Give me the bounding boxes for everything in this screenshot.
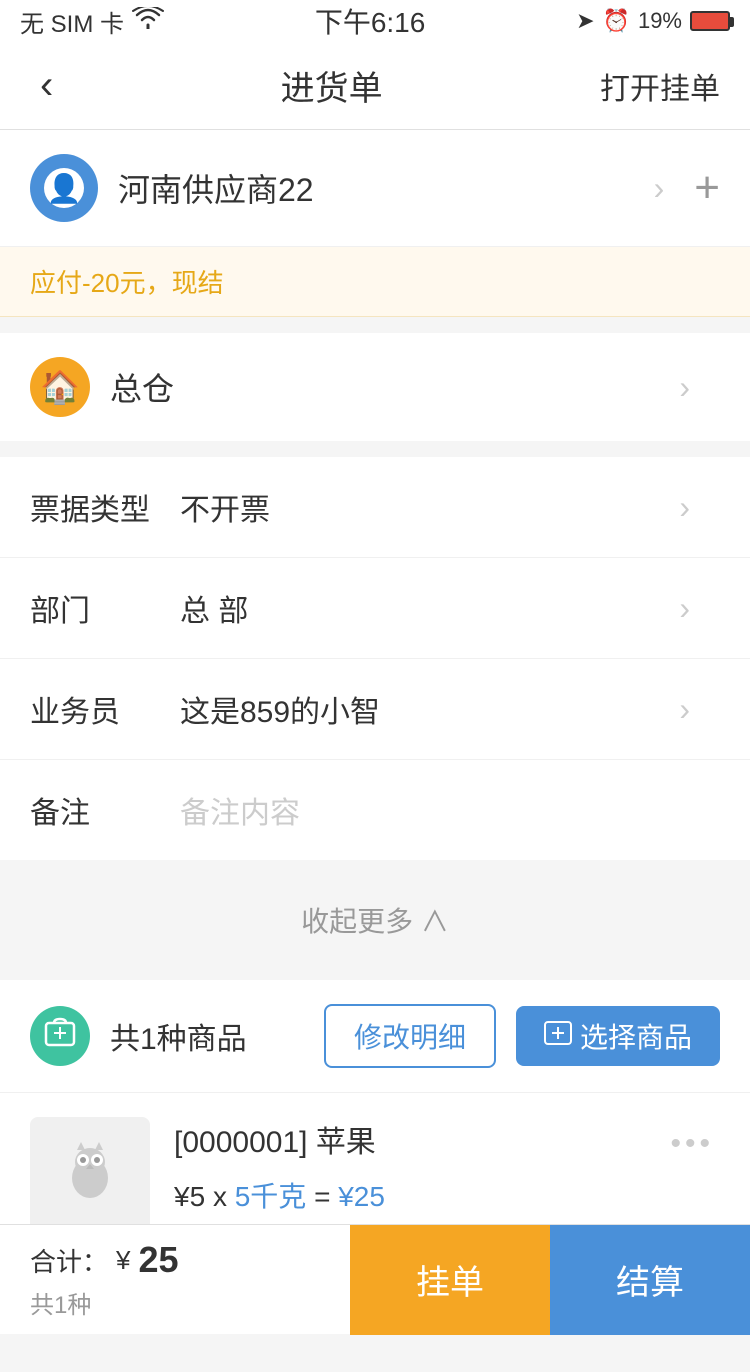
products-icon-wrap [30, 1006, 90, 1066]
more-dot3: • [699, 1127, 710, 1161]
product-price: ¥5 [174, 1181, 205, 1212]
owl-icon [55, 1136, 125, 1218]
products-icon [42, 1015, 78, 1058]
checkout-button[interactable]: 结算 [550, 1225, 750, 1335]
content: 👤 河南供应商22 › + 应付-20元，现结 🏠 总仓 › 票据类型 不开票 … [0, 130, 750, 1372]
product-name: [0000001] 苹果 [174, 1117, 660, 1161]
salesman-chevron-icon: › [679, 691, 690, 728]
select-product-button[interactable]: 选择商品 [516, 1006, 720, 1066]
footer-total: 合计： ¥ 25 共1种 [0, 1239, 350, 1320]
product-calc: ¥5 x 5千克 = ¥25 [174, 1175, 660, 1215]
product-total: ¥25 [338, 1181, 385, 1212]
add-icon[interactable]: + [694, 163, 720, 213]
products-section: 共1种商品 修改明细 选择商品 [0, 980, 750, 1262]
invoice-type-label: 票据类型 [30, 485, 160, 529]
salesman-row[interactable]: 业务员 这是859的小智 › [0, 659, 750, 760]
remark-value[interactable]: 备注内容 [160, 788, 720, 832]
status-bar: 无 SIM 卡 下午6:16 ➤ ⏰ 19% [0, 0, 750, 42]
warehouse-icon: 🏠 [40, 368, 80, 406]
status-time: 下午6:16 [315, 1, 426, 41]
total-amount: 25 [138, 1239, 178, 1281]
footer: 合计： ¥ 25 共1种 挂单 结算 [0, 1224, 750, 1334]
supplier-avatar: 👤 [30, 154, 98, 222]
salesman-value: 这是859的小智 [160, 687, 679, 731]
product-info: [0000001] 苹果 ¥5 x 5千克 = ¥25 [174, 1117, 660, 1215]
chevron-right-icon: › [654, 170, 665, 207]
collapse-label: 收起更多 ∧ [301, 900, 449, 940]
supplier-name: 河南供应商22 [118, 165, 654, 211]
collapse-row[interactable]: 收起更多 ∧ [0, 876, 750, 964]
product-name-text: 苹果 [316, 1126, 376, 1159]
invoice-type-row[interactable]: 票据类型 不开票 › [0, 457, 750, 558]
carrier-text: 无 SIM 卡 [20, 4, 124, 39]
open-hang-button[interactable]: 打开挂单 [600, 64, 720, 108]
warehouse-chevron-icon: › [679, 369, 690, 406]
back-button[interactable]: ‹ [30, 53, 63, 118]
person-icon: 👤 [47, 172, 82, 205]
product-multiply: x [213, 1181, 235, 1212]
status-right: ➤ ⏰ 19% [576, 8, 730, 34]
footer-count: 共1种 [30, 1285, 320, 1320]
battery-percent: 19% [638, 8, 682, 34]
salesman-label: 业务员 [30, 687, 160, 731]
product-thumbnail [30, 1117, 150, 1237]
total-label: 合计： [30, 1242, 108, 1279]
supplier-notice: 应付-20元，现结 [0, 247, 750, 317]
more-dot1: • [670, 1127, 681, 1161]
supplier-section: 👤 河南供应商22 › + 应付-20元，现结 [0, 130, 750, 317]
modify-detail-button[interactable]: 修改明细 [324, 1004, 496, 1068]
avatar-inner: 👤 [44, 168, 84, 208]
footer-total-row: 合计： ¥ 25 [30, 1239, 320, 1281]
product-equals: = [314, 1181, 338, 1212]
invoice-type-value: 不开票 [160, 485, 679, 529]
remark-row[interactable]: 备注 备注内容 [0, 760, 750, 860]
alarm-icon: ⏰ [603, 8, 630, 34]
product-quantity: 5千克 [235, 1181, 307, 1212]
department-value: 总 部 [160, 586, 679, 630]
invoice-chevron-icon: › [679, 489, 690, 526]
warehouse-section[interactable]: 🏠 总仓 › [0, 333, 750, 441]
location-icon: ➤ [576, 8, 594, 34]
more-dot2: • [685, 1127, 696, 1161]
warehouse-name: 总仓 [110, 364, 679, 410]
products-count: 共1种商品 [110, 1014, 324, 1058]
department-label: 部门 [30, 586, 160, 630]
remark-label: 备注 [30, 788, 160, 832]
status-left: 无 SIM 卡 [20, 4, 164, 39]
hang-button[interactable]: 挂单 [350, 1225, 550, 1335]
battery-icon [690, 11, 730, 31]
department-chevron-icon: › [679, 590, 690, 627]
select-product-icon [544, 1020, 572, 1052]
nav-bar: ‹ 进货单 打开挂单 [0, 42, 750, 130]
products-header: 共1种商品 修改明细 选择商品 [0, 980, 750, 1093]
department-row[interactable]: 部门 总 部 › [0, 558, 750, 659]
product-more-button[interactable]: • • • [660, 1117, 720, 1171]
total-symbol: ¥ [116, 1245, 130, 1276]
page-title: 进货单 [281, 61, 383, 110]
form-section: 票据类型 不开票 › 部门 总 部 › 业务员 这是859的小智 › 备注 备注… [0, 457, 750, 860]
warehouse-icon-wrap: 🏠 [30, 357, 90, 417]
supplier-row[interactable]: 👤 河南供应商22 › + [0, 130, 750, 247]
product-id: [0000001] [174, 1126, 307, 1159]
wifi-icon [132, 7, 164, 36]
select-product-label: 选择商品 [580, 1016, 692, 1056]
